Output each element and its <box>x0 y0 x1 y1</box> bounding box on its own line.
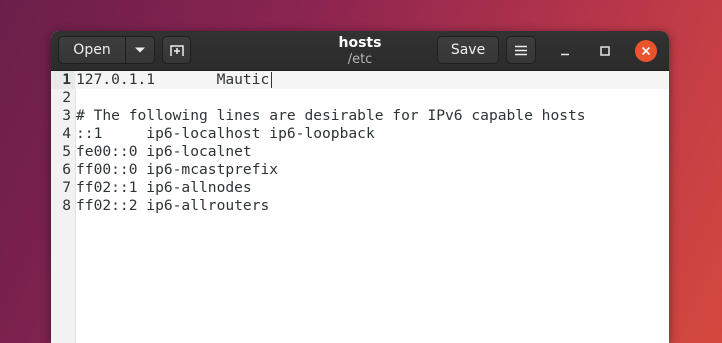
open-button[interactable]: Open <box>58 36 126 64</box>
new-tab-icon <box>169 45 184 56</box>
chevron-down-icon <box>135 47 145 53</box>
minimize-icon <box>561 53 569 56</box>
line-text[interactable]: # The following lines are desirable for … <box>76 107 586 125</box>
line-number: 1 <box>62 71 71 88</box>
line-text[interactable]: ::1 ip6-localhost ip6-loopback <box>76 125 375 143</box>
save-button[interactable]: Save <box>437 36 499 64</box>
maximize-icon <box>600 46 610 56</box>
line-number: 4 <box>62 125 71 142</box>
line-number: 6 <box>62 161 71 178</box>
line-number: 2 <box>62 89 71 106</box>
line-text[interactable]: ff02::1 ip6-allnodes <box>76 179 252 197</box>
line-number: 7 <box>62 179 71 196</box>
header-bar: Open hosts /etc Save <box>51 31 669 71</box>
close-icon <box>641 46 651 56</box>
text-editor-window: Open hosts /etc Save 1 127.0.1.1 Mautic … <box>51 31 669 343</box>
open-menu-button[interactable] <box>125 36 155 64</box>
text-cursor <box>271 72 272 88</box>
line-text[interactable]: 127.0.1.1 Mautic <box>76 71 269 89</box>
maximize-button[interactable] <box>595 41 615 61</box>
minimize-button[interactable] <box>555 41 575 61</box>
new-tab-button[interactable] <box>162 36 191 64</box>
hamburger-menu-icon <box>515 45 527 55</box>
line-text[interactable]: ff00::0 ip6-mcastprefix <box>76 161 278 179</box>
line-number: 5 <box>62 143 71 160</box>
menu-button[interactable] <box>506 36 536 64</box>
close-button[interactable] <box>635 40 657 62</box>
line-number: 3 <box>62 107 71 124</box>
line-text[interactable]: ff02::2 ip6-allrouters <box>76 197 269 215</box>
line-text[interactable]: fe00::0 ip6-localnet <box>76 143 252 161</box>
line-number: 8 <box>62 197 71 214</box>
text-editor-area[interactable]: 1 127.0.1.1 Mautic 2 3 # The following l… <box>51 71 669 343</box>
